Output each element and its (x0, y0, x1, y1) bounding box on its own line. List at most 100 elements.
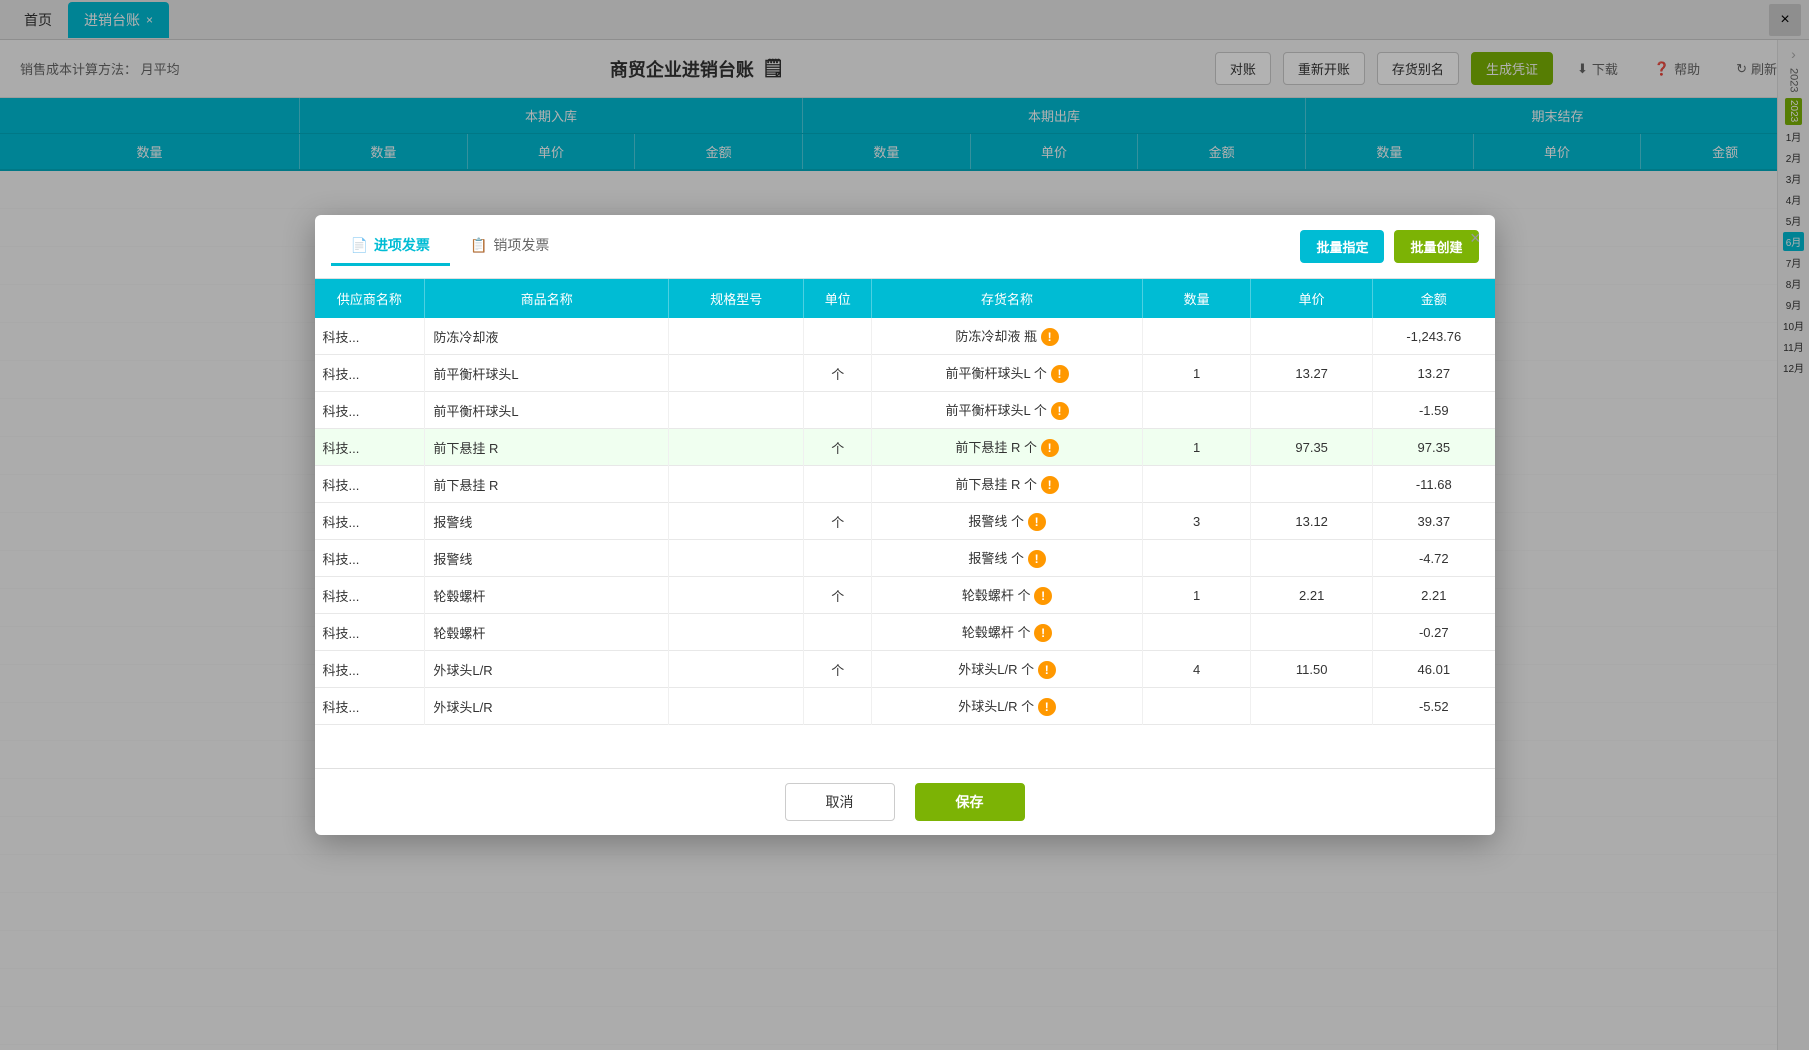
table-cell: 1 (1142, 429, 1250, 466)
table-cell: 1 (1142, 355, 1250, 392)
table-row: 科技...报警线报警线 个 !-4.72 (315, 540, 1495, 577)
table-cell (1251, 688, 1373, 725)
th-supplier: 供应商名称 (315, 279, 425, 318)
table-cell: 1 (1142, 577, 1250, 614)
table-cell (669, 466, 804, 503)
batch-create-button[interactable]: 批量创建 (1394, 230, 1478, 263)
modal-table-container[interactable]: 供应商名称 商品名称 规格型号 单位 存货名称 数量 单价 金额 科技...防冻… (315, 279, 1495, 768)
table-cell: 13.12 (1251, 503, 1373, 540)
table-cell (1251, 318, 1373, 355)
table-cell: 科技... (315, 651, 425, 688)
table-row: 科技...报警线个报警线 个 !313.1239.37 (315, 503, 1495, 540)
table-cell: 报警线 个 ! (872, 503, 1143, 540)
table-cell: 39.37 (1373, 503, 1495, 540)
table-cell: 前下悬挂 R (425, 429, 669, 466)
th-amount: 金额 (1373, 279, 1495, 318)
th-qty: 数量 (1142, 279, 1250, 318)
outgoing-tab-label: 销项发票 (493, 235, 549, 255)
table-cell: 科技... (315, 614, 425, 651)
warning-icon: ! (1038, 661, 1056, 679)
table-cell: 外球头L/R (425, 651, 669, 688)
warning-icon: ! (1034, 624, 1052, 642)
th-product: 商品名称 (425, 279, 669, 318)
table-cell: 46.01 (1373, 651, 1495, 688)
table-row: 科技...前平衡杆球头L个前平衡杆球头L 个 !113.2713.27 (315, 355, 1495, 392)
table-cell: 报警线 (425, 503, 669, 540)
table-cell (804, 466, 872, 503)
warning-icon: ! (1041, 439, 1059, 457)
warning-icon: ! (1034, 587, 1052, 605)
table-cell: -1,243.76 (1373, 318, 1495, 355)
table-cell: 13.27 (1251, 355, 1373, 392)
save-button[interactable]: 保存 (915, 783, 1025, 821)
app-background: 首页 进销台账 × × 销售成本计算方法： 月平均 商贸企业进销台账 🗒 对账 … (0, 0, 1809, 1050)
outgoing-tab-icon: 📋 (470, 237, 487, 254)
modal-table: 供应商名称 商品名称 规格型号 单位 存货名称 数量 单价 金额 科技...防冻… (315, 279, 1495, 725)
table-cell: 个 (804, 577, 872, 614)
table-cell (1142, 392, 1250, 429)
modal-header-actions: 批量指定 批量创建 (1300, 230, 1478, 263)
table-cell (1142, 688, 1250, 725)
table-row: 科技...轮毂螺杆个轮毂螺杆 个 !12.212.21 (315, 577, 1495, 614)
th-unit: 单位 (804, 279, 872, 318)
table-row: 科技...外球头L/R外球头L/R 个 !-5.52 (315, 688, 1495, 725)
incoming-tab-label: 进项发票 (374, 235, 430, 255)
table-cell: 97.35 (1251, 429, 1373, 466)
modal-tab-outgoing[interactable]: 📋 销项发票 (450, 227, 569, 266)
table-cell (669, 355, 804, 392)
th-spec: 规格型号 (669, 279, 804, 318)
table-cell: 轮毂螺杆 (425, 614, 669, 651)
modal-tab-incoming[interactable]: 📄 进项发票 (331, 227, 450, 266)
table-cell: 97.35 (1373, 429, 1495, 466)
table-cell (669, 614, 804, 651)
table-cell: 个 (804, 355, 872, 392)
table-cell (804, 540, 872, 577)
table-cell: 科技... (315, 392, 425, 429)
table-cell (1251, 540, 1373, 577)
modal-dialog: 📄 进项发票 📋 销项发票 批量指定 批量创建 × (315, 215, 1495, 835)
table-cell: 科技... (315, 540, 425, 577)
table-cell: 2.21 (1373, 577, 1495, 614)
table-cell (669, 688, 804, 725)
table-cell (669, 503, 804, 540)
table-cell: 轮毂螺杆 个 ! (872, 577, 1143, 614)
th-price: 单价 (1251, 279, 1373, 318)
table-cell (1142, 614, 1250, 651)
table-row: 科技...防冻冷却液防冻冷却液 瓶 !-1,243.76 (315, 318, 1495, 355)
table-cell (669, 429, 804, 466)
table-cell: 科技... (315, 577, 425, 614)
table-cell (1251, 392, 1373, 429)
table-cell (804, 318, 872, 355)
batch-assign-button[interactable]: 批量指定 (1300, 230, 1384, 263)
table-cell: 前平衡杆球头L 个 ! (872, 392, 1143, 429)
th-stock-name: 存货名称 (872, 279, 1143, 318)
table-cell: 前平衡杆球头L (425, 392, 669, 429)
table-cell: 外球头L/R 个 ! (872, 688, 1143, 725)
table-cell: 科技... (315, 355, 425, 392)
table-cell: 11.50 (1251, 651, 1373, 688)
table-cell: 轮毂螺杆 个 ! (872, 614, 1143, 651)
table-cell: 前平衡杆球头L (425, 355, 669, 392)
cancel-button[interactable]: 取消 (785, 783, 895, 821)
table-row: 科技...前下悬挂 R个前下悬挂 R 个 !197.3597.35 (315, 429, 1495, 466)
table-cell: 4 (1142, 651, 1250, 688)
table-cell: 个 (804, 651, 872, 688)
table-cell: 2.21 (1251, 577, 1373, 614)
table-cell (1142, 540, 1250, 577)
modal-footer: 取消 保存 (315, 768, 1495, 835)
table-cell (669, 392, 804, 429)
table-cell (1251, 614, 1373, 651)
warning-icon: ! (1038, 698, 1056, 716)
table-cell: 前下悬挂 R 个 ! (872, 466, 1143, 503)
warning-icon: ! (1028, 550, 1046, 568)
table-cell: 报警线 个 ! (872, 540, 1143, 577)
modal-close-button[interactable]: × (1470, 229, 1481, 247)
table-cell: -11.68 (1373, 466, 1495, 503)
table-cell: 科技... (315, 503, 425, 540)
table-cell: 防冻冷却液 (425, 318, 669, 355)
table-cell: 科技... (315, 429, 425, 466)
table-row: 科技...前平衡杆球头L前平衡杆球头L 个 !-1.59 (315, 392, 1495, 429)
table-cell: 前平衡杆球头L 个 ! (872, 355, 1143, 392)
table-cell: 外球头L/R (425, 688, 669, 725)
table-cell: -0.27 (1373, 614, 1495, 651)
